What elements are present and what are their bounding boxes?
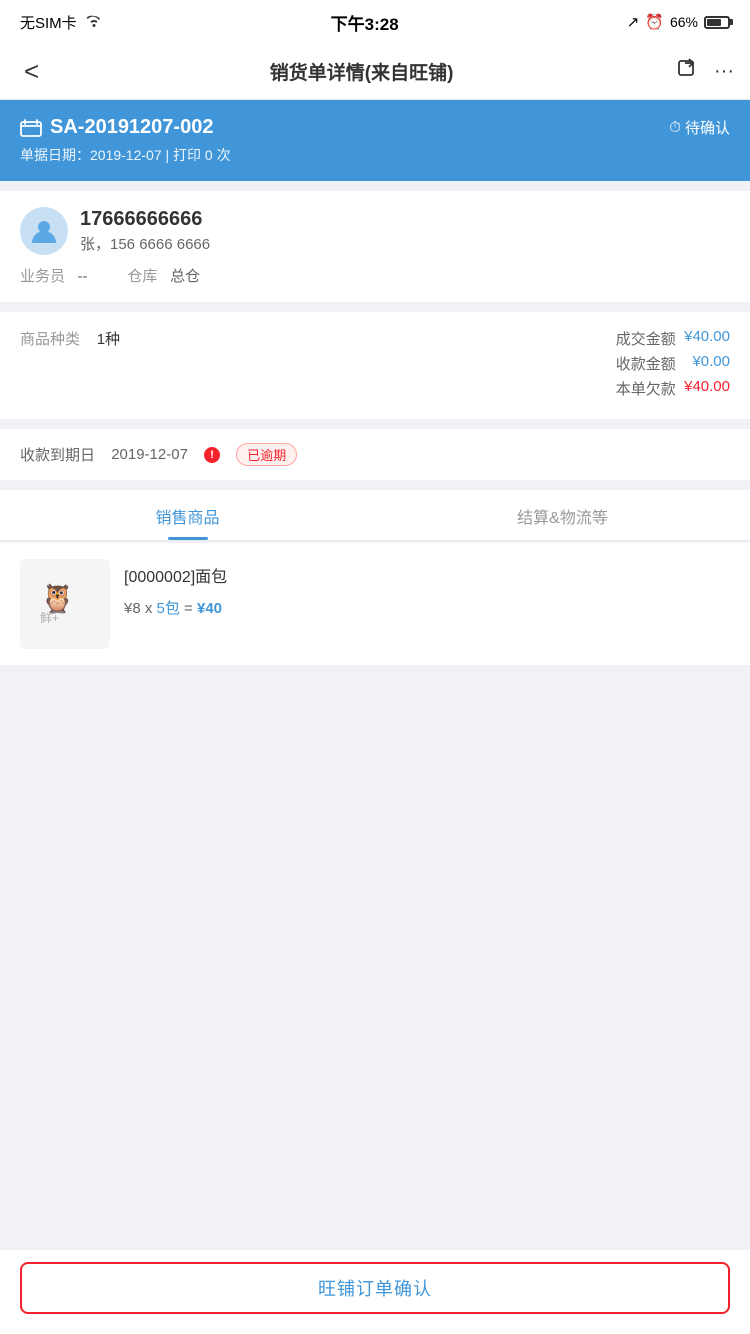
status-bar-left: 无SIM卡: [20, 12, 103, 33]
customer-name: 张，156 6666 6666: [80, 233, 210, 254]
share-icon[interactable]: [676, 58, 698, 86]
amounts-block: 成交金额 ¥40.00 收款金额 ¥0.00 本单欠款 ¥40.00: [616, 328, 730, 403]
customer-meta: 业务员 -- 仓库 总仓: [20, 265, 730, 286]
product-name: [0000002]面包: [124, 563, 730, 587]
summary-section: 商品种类 1种 成交金额 ¥40.00 收款金额 ¥0.00 本单欠款 ¥40.…: [0, 312, 750, 419]
overdue-badge: 已逾期: [236, 443, 297, 466]
carrier-text: 无SIM卡: [20, 12, 77, 33]
product-logo: 🦉 鲜+: [38, 578, 93, 630]
tab-sales-products[interactable]: 销售商品: [0, 490, 375, 540]
location-icon: ↗: [627, 13, 640, 31]
order-header: SA-20191207-002 ⏱ 待确认 单据日期：2019-12-07 | …: [0, 100, 750, 181]
due-date-label: 收款到期日: [20, 444, 95, 465]
status-bar-right: ↗ ⏰ 66%: [627, 13, 730, 31]
product-equals: =: [184, 600, 197, 617]
customer-card: 17666666666 张，156 6666 6666 业务员 -- 仓库 总仓: [0, 191, 750, 302]
product-info: [0000002]面包 ¥8 x 5包 = ¥40: [124, 559, 730, 618]
clock-icon: ⏱: [669, 119, 681, 136]
product-total: ¥40: [197, 600, 222, 617]
confirm-order-button[interactable]: 旺铺订单确认: [20, 1262, 730, 1314]
product-item: 🦉 鲜+ [0000002]面包 ¥8 x 5包 = ¥40: [20, 559, 730, 649]
bottom-area: [0, 665, 750, 865]
battery-percentage: 66%: [670, 14, 698, 30]
product-types-value: 1种: [97, 331, 120, 348]
product-thumbnail: 🦉 鲜+: [20, 559, 110, 649]
owed-value: ¥40.00: [684, 378, 730, 399]
nav-bar: < 销货单详情(来自旺铺) ···: [0, 44, 750, 100]
status-bar-time: 下午3:28: [331, 10, 399, 35]
warehouse-value: 总仓: [170, 268, 200, 285]
products-section: 🦉 鲜+ [0000002]面包 ¥8 x 5包 = ¥40: [0, 543, 750, 665]
order-status: ⏱ 待确认: [669, 117, 730, 138]
received-label: 收款金额: [616, 353, 676, 374]
battery-icon: [704, 16, 730, 29]
page-title: 销货单详情(来自旺铺): [47, 58, 676, 85]
customer-phone: 17666666666: [80, 208, 210, 231]
product-price: ¥8: [124, 600, 141, 617]
tab-settlement[interactable]: 结算&物流等: [375, 490, 750, 540]
order-date: 单据日期：2019-12-07 | 打印 0 次: [20, 145, 730, 165]
avatar: [20, 207, 68, 255]
warning-icon: !: [204, 447, 220, 463]
nav-actions: ···: [676, 58, 734, 86]
product-types-label: 商品种类: [20, 331, 80, 348]
sales-rep-label: 业务员: [20, 268, 65, 285]
transaction-label: 成交金额: [616, 328, 676, 349]
product-price-row: ¥8 x 5包 = ¥40: [124, 597, 730, 618]
back-button[interactable]: <: [16, 48, 47, 95]
owed-label: 本单欠款: [616, 378, 676, 399]
status-bar: 无SIM卡 下午3:28 ↗ ⏰ 66%: [0, 0, 750, 44]
alarm-icon: ⏰: [645, 13, 664, 31]
tabs-section: 销售商品 结算&物流等: [0, 490, 750, 541]
due-date-section: 收款到期日 2019-12-07 ! 已逾期: [0, 429, 750, 480]
more-icon[interactable]: ···: [714, 60, 734, 83]
bottom-button-area: 旺铺订单确认: [0, 1250, 750, 1334]
sales-rep-value: --: [78, 268, 88, 285]
product-multiply: x: [145, 600, 157, 617]
order-id: SA-20191207-002: [20, 116, 213, 139]
received-value: ¥0.00: [692, 353, 730, 374]
transaction-value: ¥40.00: [684, 328, 730, 349]
warehouse-label: 仓库: [128, 268, 158, 285]
wifi-icon: [85, 13, 103, 31]
due-date-value: 2019-12-07: [111, 446, 188, 463]
product-quantity: 5包: [157, 600, 180, 617]
svg-text:鲜+: 鲜+: [40, 611, 59, 623]
